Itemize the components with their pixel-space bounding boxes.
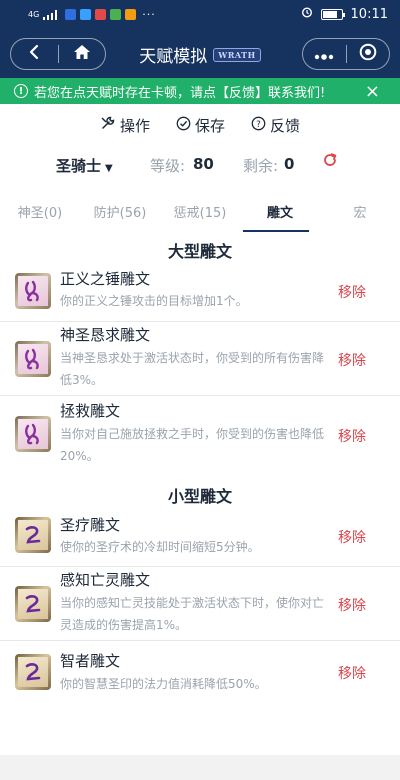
tab-protection[interactable]: 防护(56) — [80, 190, 160, 232]
feedback-label: 反馈 — [270, 116, 301, 135]
more-dots-icon — [314, 45, 334, 64]
info-icon: ! — [14, 84, 28, 98]
major-glyph-icon — [15, 273, 51, 309]
glyph-row: 圣疗雕文 使你的圣疗术的冷却时间缩短5分钟。 移除 — [0, 505, 400, 567]
minor-glyph-icon — [15, 586, 51, 622]
app-notification-icon — [95, 9, 107, 20]
major-glyph-icon — [15, 416, 51, 452]
remove-button[interactable]: 移除 — [338, 350, 366, 370]
wrench-icon — [100, 115, 116, 135]
glyph-desc: 当你对自己施放拯救之手时，你受到的伤害也降低20%。 — [60, 427, 325, 463]
battery-icon — [320, 8, 345, 20]
minor-glyph-icon — [15, 517, 51, 553]
status-bar: 4G ··· 10:11 — [0, 0, 400, 30]
nav-bar: 天赋模拟 WRATH — [0, 30, 400, 78]
save-button[interactable]: 保存 — [176, 110, 225, 140]
app-notification-icon — [80, 9, 92, 20]
operate-button[interactable]: 操作 — [100, 110, 150, 140]
check-circle-icon — [176, 116, 191, 135]
glyph-row: 拯救雕文 当你对自己施放拯救之手时，你受到的伤害也降低20%。 移除 — [0, 396, 400, 472]
clock: 10:11 — [350, 6, 388, 22]
minor-glyph-icon — [15, 654, 51, 690]
glyph-name: 神圣恳求雕文 — [60, 326, 151, 344]
chevron-down-icon: ▼ — [105, 163, 113, 174]
tab-retribution[interactable]: 惩戒(15) — [160, 190, 240, 232]
remove-button[interactable]: 移除 — [338, 663, 366, 683]
glyph-desc: 你的智慧圣印的法力值消耗降低50%。 — [60, 677, 267, 691]
glyph-name: 智者雕文 — [60, 652, 121, 670]
signal-icon — [43, 9, 61, 20]
glyph-row: 正义之锤雕文 你的正义之锤攻击的目标增加1个。 移除 — [0, 260, 400, 322]
notice-banner: ! 若您在点天赋时存在卡顿，请点【反馈】联系我们! × — [0, 78, 400, 104]
glyph-name: 正义之锤雕文 — [60, 270, 151, 288]
more-notifications: ··· — [142, 8, 156, 21]
glyph-name: 感知亡灵雕文 — [60, 571, 151, 589]
remove-button[interactable]: 移除 — [338, 527, 366, 547]
remove-button[interactable]: 移除 — [338, 595, 366, 615]
app-notification-icon — [125, 9, 137, 20]
remove-button[interactable]: 移除 — [338, 282, 366, 302]
status-left: 4G ··· — [28, 8, 156, 21]
refresh-icon[interactable] — [322, 152, 338, 173]
page-title-text: 天赋模拟 — [139, 47, 208, 67]
glyph-desc: 当神圣恳求处于激活状态时，你受到的所有伤害降低3%。 — [60, 351, 325, 387]
glyph-desc: 当你的感知亡灵技能处于激活状态下时，使你对亡灵造成的伤害提高1%。 — [60, 596, 325, 632]
network-label: 4G — [28, 10, 40, 19]
close-miniprogram-button[interactable] — [346, 39, 389, 69]
glyph-row: 感知亡灵雕文 当你的感知亡灵技能处于激活状态下时，使你对亡灵造成的伤害提高1%。… — [0, 567, 400, 641]
more-button[interactable] — [303, 39, 346, 69]
app-notification-icon — [110, 9, 122, 20]
notice-text: 若您在点天赋时存在卡顿，请点【反馈】联系我们! — [34, 85, 326, 101]
tab-glyphs[interactable]: 雕文 — [240, 190, 320, 232]
remaining-value: 0 — [284, 155, 295, 173]
save-label: 保存 — [194, 116, 225, 135]
nav-right-capsule — [302, 38, 390, 70]
major-glyphs-title: 大型雕文 — [167, 242, 232, 261]
class-row: 圣骑士 ▼ 等级: 80 剩余: 0 — [0, 150, 400, 180]
question-circle-icon: ? — [251, 116, 266, 135]
major-glyph-icon — [15, 341, 51, 377]
tab-macro[interactable]: 宏 — [320, 190, 400, 232]
svg-text:?: ? — [256, 120, 261, 130]
class-select[interactable]: 圣骑士 ▼ — [56, 155, 113, 176]
glyph-row: 神圣恳求雕文 当神圣恳求处于激活状态时，你受到的所有伤害降低3%。 移除 — [0, 322, 400, 396]
level-value[interactable]: 80 — [193, 155, 214, 173]
remove-button[interactable]: 移除 — [338, 426, 366, 446]
alarm-icon — [301, 6, 313, 22]
glyph-desc: 你的正义之锤攻击的目标增加1个。 — [60, 294, 248, 308]
tab-holy[interactable]: 神圣(0) — [0, 190, 80, 232]
app-notification-icon — [65, 9, 77, 20]
glyph-row: 智者雕文 你的智慧圣印的法力值消耗降低50%。 移除 — [0, 641, 400, 703]
target-close-icon — [359, 43, 377, 65]
glyph-desc: 使你的圣疗术的冷却时间缩短5分钟。 — [60, 540, 260, 554]
glyph-name: 圣疗雕文 — [60, 516, 121, 534]
remaining-label: 剩余: — [243, 157, 279, 175]
minor-glyphs-title: 小型雕文 — [167, 487, 232, 506]
operate-label: 操作 — [119, 116, 150, 135]
wrath-logo: WRATH — [213, 47, 261, 62]
spec-tabs: 神圣(0) 防护(56) 惩戒(15) 雕文 宏 — [0, 190, 400, 232]
feedback-button[interactable]: ? 反馈 — [251, 110, 300, 140]
level-label: 等级: — [150, 157, 186, 175]
status-right: 10:11 — [301, 6, 388, 22]
bottom-safe-area — [0, 755, 400, 780]
class-name: 圣骑士 — [56, 157, 102, 175]
action-row: 操作 保存 ? 反馈 — [0, 110, 400, 140]
glyph-name: 拯救雕文 — [60, 402, 121, 420]
notice-close-icon[interactable]: × — [365, 81, 380, 102]
